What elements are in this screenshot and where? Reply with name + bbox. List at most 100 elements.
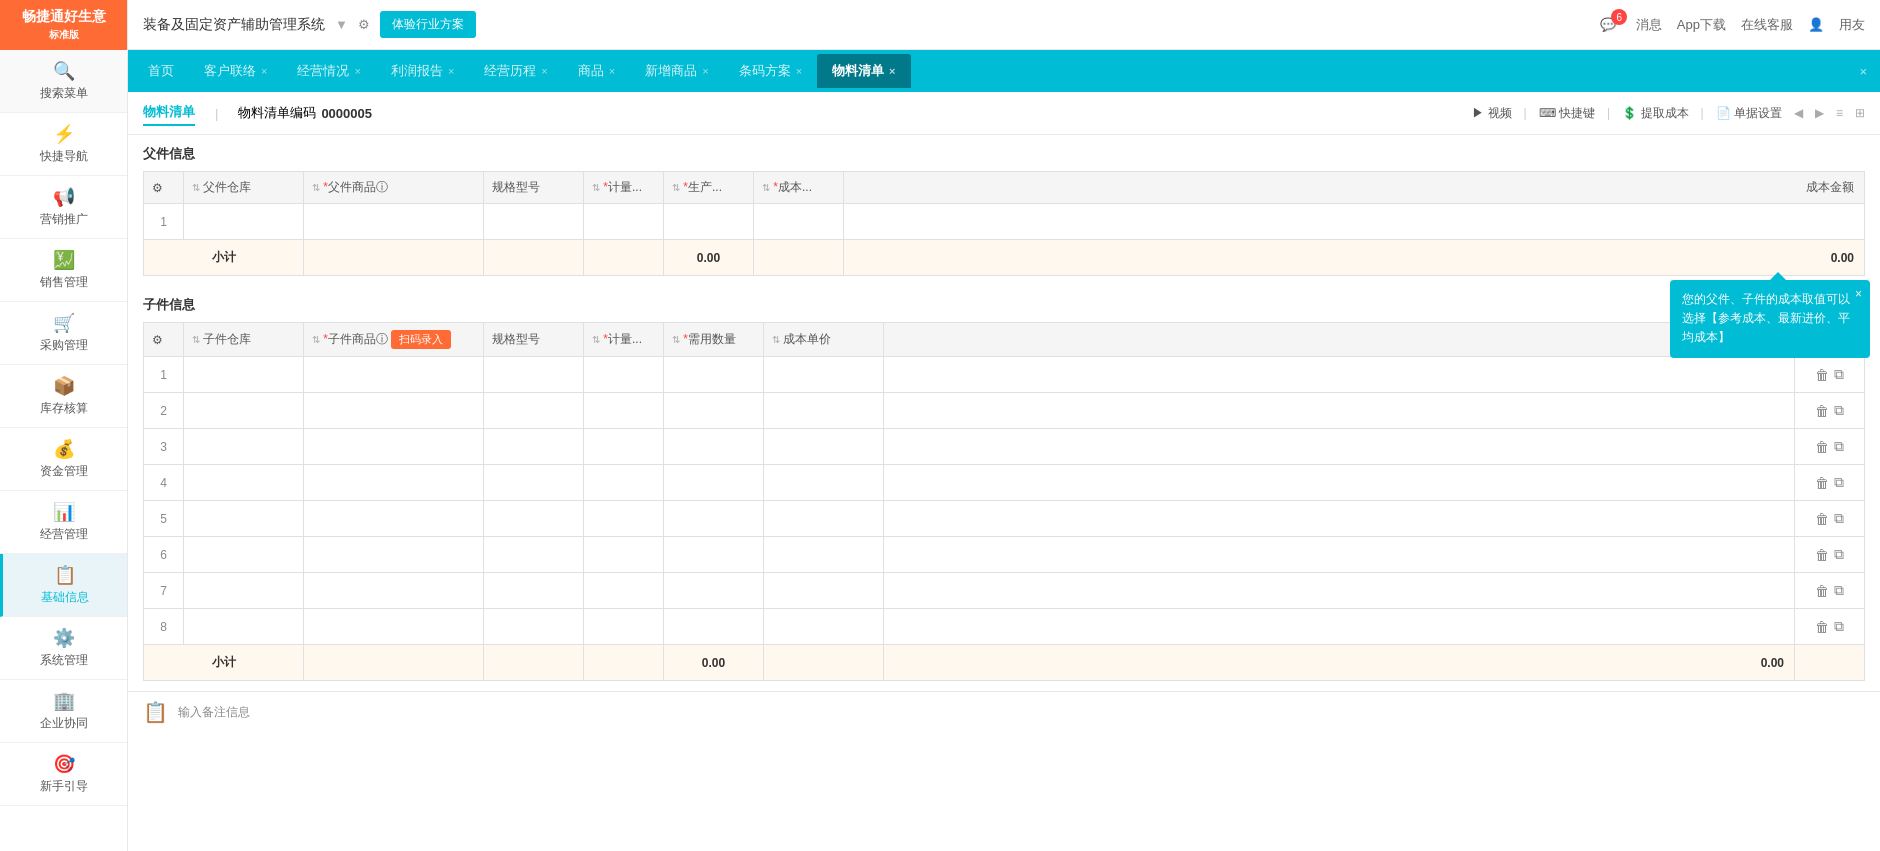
nav-tab-home[interactable]: 首页 (133, 54, 189, 88)
child-row-2-qty[interactable] (664, 393, 764, 429)
nav-tab-product-close[interactable]: × (609, 65, 615, 77)
child-row-2-unit[interactable] (584, 393, 664, 429)
parent-col-amount[interactable]: 成本金额 (844, 172, 1865, 204)
child-row-1-product[interactable] (304, 357, 484, 393)
nav-tab-operations[interactable]: 经营情况 × (282, 54, 375, 88)
extract-cost-btn[interactable]: 💲 提取成本 (1622, 105, 1688, 122)
sidebar-item-basic[interactable]: 📋 基础信息 (0, 554, 127, 617)
list-view-btn[interactable]: ⊞ (1855, 106, 1865, 120)
parent-col-spec[interactable]: 规格型号 (484, 172, 584, 204)
sidebar-item-enterprise[interactable]: 🏢 企业协同 (0, 680, 127, 743)
app-download-link[interactable]: App下载 (1677, 16, 1726, 34)
child-row-2-unitcost[interactable] (764, 393, 884, 429)
prev-btn[interactable]: ◀ (1794, 106, 1803, 120)
child-row-2-product[interactable] (304, 393, 484, 429)
child-row-2-delete-icon[interactable]: 🗑 (1815, 403, 1829, 419)
child-col-product[interactable]: ⇅ *子件商品ⓘ 扫码录入 (304, 323, 484, 357)
sidebar-item-finance[interactable]: 💰 资金管理 (0, 428, 127, 491)
grid-view-btn[interactable]: ≡ (1836, 106, 1843, 120)
scan-input-button[interactable]: 扫码录入 (391, 330, 451, 349)
nav-tab-newproduct[interactable]: 新增商品 × (630, 54, 723, 88)
child-col-unit[interactable]: ⇅ *计量... (584, 323, 664, 357)
nav-tab-customer[interactable]: 客户联络 × (189, 54, 282, 88)
nav-tab-newproduct-close[interactable]: × (702, 65, 708, 77)
sub-tab-bom[interactable]: 物料清单 (143, 100, 195, 126)
nav-tab-bom-close[interactable]: × (889, 65, 895, 77)
parent-col-warehouse[interactable]: ⇅ 父件仓库 (184, 172, 304, 204)
child-row-1-copy-icon[interactable]: ⧉ (1834, 366, 1844, 383)
nav-tab-customer-close[interactable]: × (261, 65, 267, 77)
dropdown-arrow-icon[interactable]: ▼ (335, 17, 348, 32)
child-col-qty[interactable]: ⇅ *需用数量 (664, 323, 764, 357)
child-row-5-copy-icon[interactable]: ⧉ (1834, 510, 1844, 527)
parent-row-1-unit[interactable] (584, 204, 664, 240)
child-row-6-delete-icon[interactable]: 🗑 (1815, 547, 1829, 563)
child-col-unitcost[interactable]: ⇅ 成本单价 (764, 323, 884, 357)
child-row-4-delete-icon[interactable]: 🗑 (1815, 475, 1829, 491)
tooltip-close-btn[interactable]: × (1855, 285, 1862, 304)
nav-tab-barcode[interactable]: 条码方案 × (724, 54, 817, 88)
nav-tab-history[interactable]: 经营历程 × (469, 54, 562, 88)
nav-tab-operations-close[interactable]: × (354, 65, 360, 77)
child-row-1-spec[interactable] (484, 357, 584, 393)
nav-tab-profit-close[interactable]: × (448, 65, 454, 77)
parent-col-unit[interactable]: ⇅ *计量... (584, 172, 664, 204)
parent-row-1-spec[interactable] (484, 204, 584, 240)
single-settings-btn[interactable]: 📄 单据设置 (1716, 105, 1782, 122)
child-row-7-copy-icon[interactable]: ⧉ (1834, 582, 1844, 599)
nav-tab-product[interactable]: 商品 × (563, 54, 630, 88)
notes-placeholder[interactable]: 输入备注信息 (178, 704, 250, 721)
experience-button[interactable]: 体验行业方案 (380, 11, 476, 38)
child-row-2-copy-icon[interactable]: ⧉ (1834, 402, 1844, 419)
child-col-amount[interactable]: 成本金额 (884, 323, 1795, 357)
video-icon[interactable]: ▶ 视频 (1472, 105, 1511, 122)
child-row-3-copy-icon[interactable]: ⧉ (1834, 438, 1844, 455)
child-row-2-warehouse[interactable] (184, 393, 304, 429)
parent-row-1-cost[interactable] (754, 204, 844, 240)
child-row-1-unit[interactable] (584, 357, 664, 393)
child-row-1-warehouse[interactable] (184, 357, 304, 393)
sidebar-item-system[interactable]: ⚙️ 系统管理 (0, 617, 127, 680)
child-col-spec[interactable]: 规格型号 (484, 323, 584, 357)
child-row-2-amount[interactable] (884, 393, 1795, 429)
nav-tab-profit[interactable]: 利润报告 × (376, 54, 469, 88)
parent-row-1-warehouse[interactable] (184, 204, 304, 240)
next-btn[interactable]: ▶ (1815, 106, 1824, 120)
sidebar-item-sales[interactable]: 💹 销售管理 (0, 239, 127, 302)
child-row-4-copy-icon[interactable]: ⧉ (1834, 474, 1844, 491)
child-row-7-delete-icon[interactable]: 🗑 (1815, 583, 1829, 599)
sidebar-item-search[interactable]: 🔍 搜索菜单 (0, 50, 127, 113)
sidebar-item-guide[interactable]: 🎯 新手引导 (0, 743, 127, 806)
parent-row-1-amount[interactable] (844, 204, 1865, 240)
parent-col-product[interactable]: ⇅ *父件商品ⓘ (304, 172, 484, 204)
child-row-6-copy-icon[interactable]: ⧉ (1834, 546, 1844, 563)
child-row-8-copy-icon[interactable]: ⧉ (1834, 618, 1844, 635)
nav-tab-barcode-close[interactable]: × (796, 65, 802, 77)
sidebar-item-purchase[interactable]: 🛒 采购管理 (0, 302, 127, 365)
online-service-link[interactable]: 在线客服 (1741, 16, 1793, 34)
settings-icon[interactable]: ⚙ (358, 17, 370, 32)
child-row-1-delete-icon[interactable]: 🗑 (1815, 367, 1829, 383)
nav-tabs-close-all[interactable]: × (1851, 64, 1875, 79)
child-row-1-amount[interactable] (884, 357, 1795, 393)
sidebar-item-operations[interactable]: 📊 经营管理 (0, 491, 127, 554)
child-row-3-delete-icon[interactable]: 🗑 (1815, 439, 1829, 455)
child-row-8-delete-icon[interactable]: 🗑 (1815, 619, 1829, 635)
parent-col-settings[interactable]: ⚙ (144, 172, 184, 204)
sidebar-item-inventory[interactable]: 📦 库存核算 (0, 365, 127, 428)
sidebar-item-marketing[interactable]: 📢 营销推广 (0, 176, 127, 239)
parent-col-cost[interactable]: ⇅ *成本... (754, 172, 844, 204)
nav-tab-history-close[interactable]: × (541, 65, 547, 77)
parent-col-production[interactable]: ⇅ *生产... (664, 172, 754, 204)
sidebar-item-quicknav[interactable]: ⚡ 快捷导航 (0, 113, 127, 176)
parent-row-1-product[interactable] (304, 204, 484, 240)
child-col-settings[interactable]: ⚙ (144, 323, 184, 357)
child-row-1-qty[interactable] (664, 357, 764, 393)
child-row-2-spec[interactable] (484, 393, 584, 429)
child-col-warehouse[interactable]: ⇅ 子件仓库 (184, 323, 304, 357)
parent-row-1-production[interactable] (664, 204, 754, 240)
child-row-5-delete-icon[interactable]: 🗑 (1815, 511, 1829, 527)
nav-tab-bom[interactable]: 物料清单 × (817, 54, 910, 88)
message-icon[interactable]: 💬6 消息 (1600, 16, 1662, 34)
child-row-1-unitcost[interactable] (764, 357, 884, 393)
